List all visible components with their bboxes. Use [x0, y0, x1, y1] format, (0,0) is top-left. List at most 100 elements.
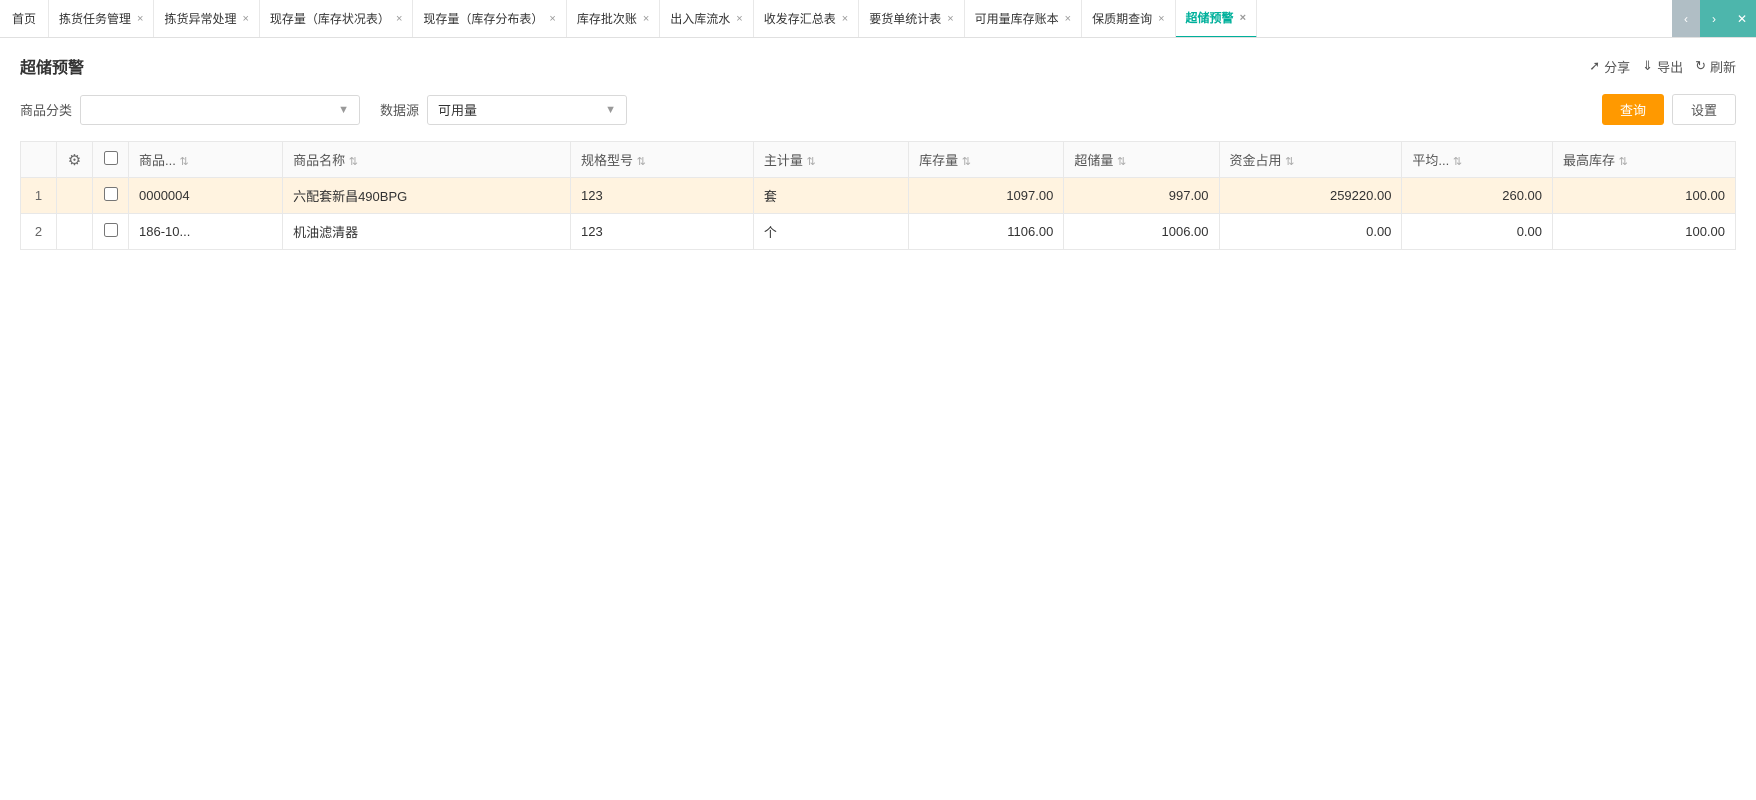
nav-home[interactable]: 首页	[0, 0, 49, 38]
nav-tab-tab-preheat-task[interactable]: 拣货任务管理 ×	[49, 0, 154, 38]
nav-tab-label: 拣货任务管理	[59, 10, 131, 27]
nav-tab-label: 保质期查询	[1092, 10, 1152, 27]
datasource-select[interactable]: 可用量 ▼	[427, 95, 627, 125]
row-checkbox-1[interactable]	[93, 214, 129, 250]
nav-tab-close-icon[interactable]: ×	[242, 13, 248, 25]
export-btn[interactable]: ⇓ 导出	[1642, 57, 1683, 76]
filter-row: 商品分类 ▼ 数据源 可用量 ▼ 查询 设置	[20, 94, 1736, 125]
share-icon: ➚	[1589, 58, 1600, 74]
col-header-inventory[interactable]: 库存量	[909, 142, 1064, 178]
page-title: 超储预警	[20, 54, 84, 78]
col-header-checkbox	[93, 142, 129, 178]
col-label-product_code: 商品...	[139, 153, 176, 168]
table-row[interactable]: 2186-10...机油滤清器123个1106.001006.000.000.0…	[21, 214, 1736, 250]
nav-tab-close-icon[interactable]: ×	[947, 13, 953, 25]
nav-tab-close-icon[interactable]: ×	[1158, 13, 1164, 25]
nav-tab-tab-expiry[interactable]: 保质期查询 ×	[1082, 0, 1175, 38]
col-header-product_name[interactable]: 商品名称	[283, 142, 571, 178]
col-label-inventory: 库存量	[919, 153, 958, 168]
gear-icon[interactable]: ⚙	[68, 152, 81, 169]
toolbar-right: ➚ 分享 ⇓ 导出 ↻ 刷新	[1589, 57, 1736, 76]
nav-tab-label: 出入库流水	[670, 10, 730, 27]
table-header-row: ⚙商品... 商品名称 规格型号 主计量 库存量 超储量 资金占用 平均... …	[21, 142, 1736, 178]
col-header-max_inventory[interactable]: 最高库存	[1553, 142, 1736, 178]
nav-tab-tab-preheat-abnormal[interactable]: 拣货异常处理 ×	[154, 0, 259, 38]
refresh-label: 刷新	[1710, 57, 1736, 76]
cell-inventory-1: 1106.00	[909, 214, 1064, 250]
col-header-unit[interactable]: 主计量	[753, 142, 908, 178]
col-label-overstock: 超储量	[1074, 153, 1113, 168]
select-all-checkbox[interactable]	[104, 151, 118, 165]
row-check-1[interactable]	[104, 223, 118, 237]
table-body: 10000004六配套新昌490BPG123套1097.00997.002592…	[21, 178, 1736, 250]
nav-tab-tab-inout-flow[interactable]: 出入库流水 ×	[660, 0, 753, 38]
top-nav: 首页 拣货任务管理×拣货异常处理×现存量（库存状况表）×现存量（库存分布表）×库…	[0, 0, 1756, 38]
nav-tab-tab-inventory-status[interactable]: 现存量（库存状况表）×	[260, 0, 413, 38]
cell-max_inventory-1: 100.00	[1553, 214, 1736, 250]
col-header-overstock[interactable]: 超储量	[1064, 142, 1219, 178]
row-check-0[interactable]	[104, 187, 118, 201]
nav-tab-close-icon[interactable]: ×	[842, 13, 848, 25]
nav-tab-close-icon[interactable]: ×	[137, 13, 143, 25]
cell-product_code-1: 186-10...	[129, 214, 283, 250]
col-header-avg[interactable]: 平均...	[1402, 142, 1553, 178]
cell-avg-0: 260.00	[1402, 178, 1553, 214]
sort-icon-inventory	[962, 153, 971, 168]
cell-product_name-1: 机油滤清器	[283, 214, 571, 250]
cell-overstock-1: 1006.00	[1064, 214, 1219, 250]
datasource-filter: 数据源 可用量 ▼	[380, 95, 627, 125]
nav-tab-label: 可用量库存账本	[975, 10, 1059, 27]
nav-tab-label: 超储预警	[1186, 9, 1234, 26]
nav-prev-btn[interactable]: ‹	[1672, 0, 1700, 38]
col-header-capital[interactable]: 资金占用	[1219, 142, 1402, 178]
nav-tab-tab-overstock[interactable]: 超储预警 ×	[1176, 0, 1257, 38]
nav-close-btn[interactable]: ✕	[1728, 0, 1756, 38]
export-label: 导出	[1657, 57, 1683, 76]
cell-unit-0: 套	[753, 178, 908, 214]
col-header-product_code[interactable]: 商品...	[129, 142, 283, 178]
nav-next-btn[interactable]: ›	[1700, 0, 1728, 38]
row-checkbox-0[interactable]	[93, 178, 129, 214]
nav-tab-close-icon[interactable]: ×	[1240, 12, 1246, 24]
col-label-capital: 资金占用	[1230, 153, 1282, 168]
refresh-btn[interactable]: ↻ 刷新	[1695, 57, 1736, 76]
cell-avg-1: 0.00	[1402, 214, 1553, 250]
nav-tab-tab-batch[interactable]: 库存批次账 ×	[567, 0, 660, 38]
category-select[interactable]: ▼	[80, 95, 360, 125]
col-header-spec[interactable]: 规格型号	[571, 142, 754, 178]
row-settings-1	[57, 214, 93, 250]
nav-tab-close-icon[interactable]: ×	[549, 13, 555, 25]
nav-tab-close-icon[interactable]: ×	[396, 13, 402, 25]
nav-tab-close-icon[interactable]: ×	[1065, 13, 1071, 25]
table-row[interactable]: 10000004六配套新昌490BPG123套1097.00997.002592…	[21, 178, 1736, 214]
cell-capital-0: 259220.00	[1219, 178, 1402, 214]
sort-icon-product_code	[179, 153, 188, 168]
nav-tab-label: 拣货异常处理	[164, 10, 236, 27]
sort-icon-max_inventory	[1619, 153, 1628, 168]
nav-tab-tab-inventory-dist[interactable]: 现存量（库存分布表）×	[413, 0, 566, 38]
nav-tab-close-icon[interactable]: ×	[643, 13, 649, 25]
nav-tab-tab-available-account[interactable]: 可用量库存账本 ×	[965, 0, 1082, 38]
nav-arrows: ‹ › ✕	[1672, 0, 1756, 38]
col-label-avg: 平均...	[1412, 153, 1449, 168]
sort-icon-overstock	[1117, 153, 1126, 168]
row-num-0: 1	[21, 178, 57, 214]
nav-tab-label: 收发存汇总表	[764, 10, 836, 27]
page-container: 超储预警 ➚ 分享 ⇓ 导出 ↻ 刷新 商品分类 ▼ 数据源	[0, 38, 1756, 800]
cell-overstock-0: 997.00	[1064, 178, 1219, 214]
col-label-product_name: 商品名称	[293, 153, 345, 168]
cell-capital-1: 0.00	[1219, 214, 1402, 250]
nav-tab-close-icon[interactable]: ×	[736, 13, 742, 25]
cell-product_code-0: 0000004	[129, 178, 283, 214]
category-filter: 商品分类 ▼	[20, 95, 360, 125]
nav-tab-tab-order-count[interactable]: 要货单统计表×	[859, 0, 964, 38]
category-label: 商品分类	[20, 100, 72, 119]
sort-icon-avg	[1453, 153, 1462, 168]
nav-tab-label: 库存批次账	[577, 10, 637, 27]
nav-tab-tab-collect-total[interactable]: 收发存汇总表 ×	[754, 0, 859, 38]
settings-button[interactable]: 设置	[1672, 94, 1736, 125]
cell-spec-1: 123	[571, 214, 754, 250]
share-btn[interactable]: ➚ 分享	[1589, 57, 1630, 76]
datasource-chevron-icon: ▼	[605, 104, 616, 116]
query-button[interactable]: 查询	[1602, 94, 1664, 125]
